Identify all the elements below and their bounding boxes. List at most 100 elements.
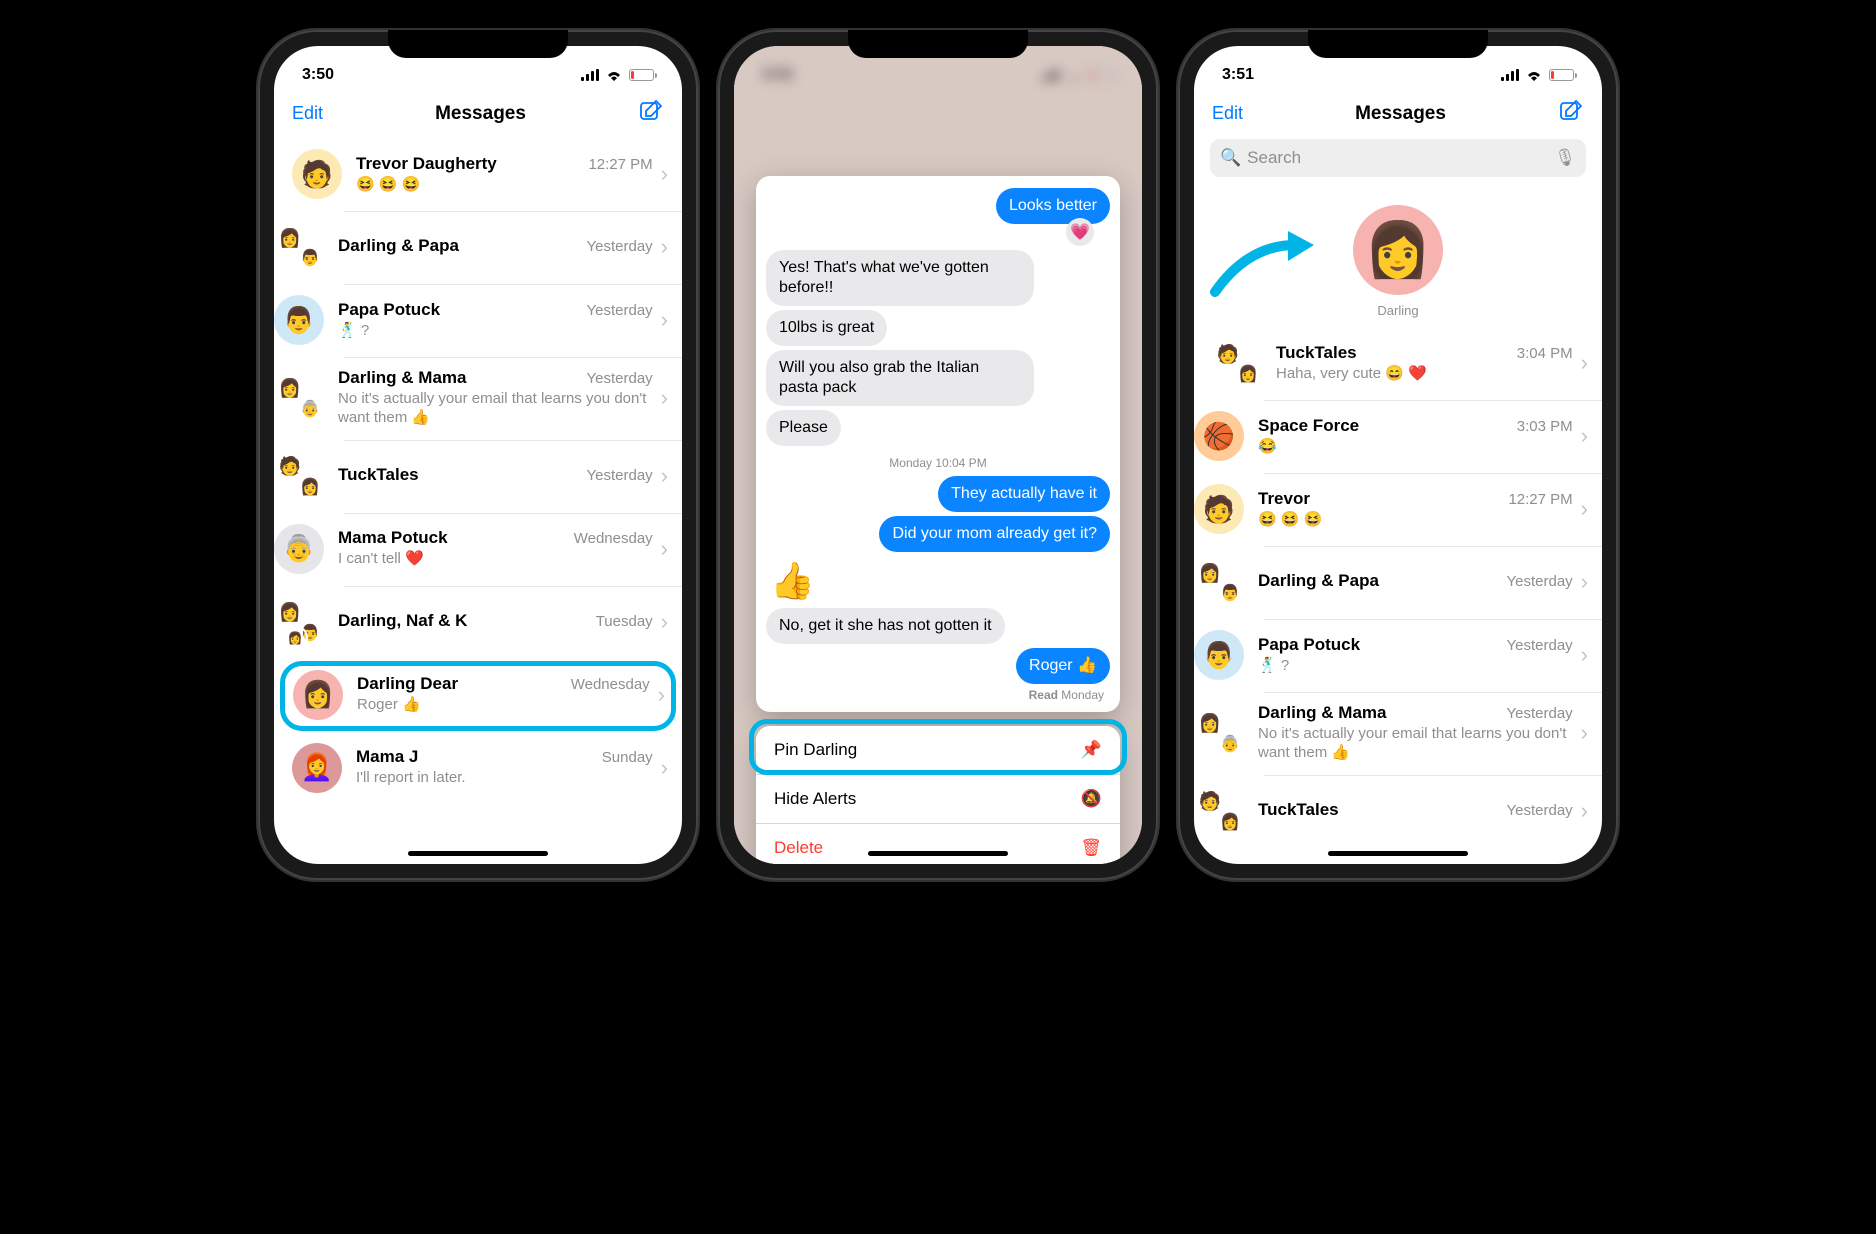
- group-avatar: 🧑👩: [1212, 338, 1262, 388]
- edit-button[interactable]: Edit: [1212, 103, 1243, 124]
- pinned-avatar[interactable]: 👩: [1353, 205, 1443, 295]
- compose-icon: [638, 98, 664, 124]
- conversation-row[interactable]: 🧑 Trevor Daugherty 12:27 PM 😆 😆 😆 ›: [274, 139, 682, 211]
- conversation-list: 🧑 Trevor Daugherty12:27 PM 😆 😆 😆 › 👩👨 Da…: [274, 139, 682, 805]
- phone-2: 3:51 Looks better 💗 Yes! That's what w: [718, 30, 1158, 880]
- edit-button[interactable]: Edit: [292, 103, 323, 124]
- timestamp: 3:03 PM: [1517, 418, 1573, 435]
- group-avatar: 👩👨: [1194, 557, 1244, 607]
- tutorial-arrow-icon: [1210, 227, 1320, 297]
- clock: 3:51: [762, 66, 794, 84]
- read-receipt: Read Monday: [766, 688, 1110, 702]
- chevron-right-icon: ›: [1581, 350, 1588, 376]
- group-avatar: 🧑👩: [274, 451, 324, 501]
- conversation-row[interactable]: 👩👵 Darling & MamaYesterday No it's actua…: [1264, 692, 1602, 775]
- conversation-row[interactable]: 👩👵 Darling & MamaYesterday No it's actua…: [344, 357, 682, 440]
- pin-icon: 📌: [1081, 740, 1102, 760]
- phone-3: 3:51 Edit Messages 🔍 Search 🎙 👩: [1178, 30, 1618, 880]
- sticker-thumbs-up: 👍: [766, 556, 1110, 604]
- compose-button[interactable]: [1558, 98, 1584, 129]
- conversation-row[interactable]: 👩👨👩 Darling, Naf & KTuesday ›: [344, 586, 682, 659]
- conversation-row[interactable]: 👩👨 Darling & PapaYesterday ›: [1264, 546, 1602, 619]
- battery-icon: [1549, 69, 1574, 81]
- message-preview: No it's actually your email that learns …: [1258, 725, 1573, 763]
- chevron-right-icon: ›: [1581, 720, 1588, 746]
- conversation-row[interactable]: 👩👨 Darling & PapaYesterday ›: [344, 211, 682, 284]
- clock: 3:51: [1222, 66, 1254, 84]
- menu-label: Delete: [774, 838, 823, 858]
- wifi-icon: [1525, 69, 1543, 81]
- conversation-preview-card[interactable]: Looks better 💗 Yes! That's what we've go…: [756, 176, 1120, 712]
- contact-name: Trevor: [1258, 489, 1310, 509]
- menu-label: Pin Darling: [774, 740, 857, 760]
- group-avatar: 👩👵: [274, 373, 324, 423]
- conversation-row[interactable]: 👩 Darling DearWednesday Roger 👍 ›: [293, 670, 665, 720]
- timestamp: 12:27 PM: [588, 156, 652, 173]
- sent-message: Roger 👍: [1016, 648, 1110, 684]
- conversation-row[interactable]: 🧑 Trevor12:27 PM 😆 😆 😆 ›: [1264, 473, 1602, 546]
- conversation-row[interactable]: 🧑👩 TuckTalesYesterday ›: [344, 440, 682, 513]
- timestamp: Sunday: [602, 749, 653, 766]
- menu-item-delete[interactable]: Delete 🗑: [756, 823, 1120, 864]
- battery-icon: [629, 69, 654, 81]
- context-menu: Pin Darling 📌 Hide Alerts 🔕 Delete 🗑: [756, 726, 1120, 864]
- timestamp: 3:04 PM: [1517, 345, 1573, 362]
- contact-name: Darling, Naf & K: [338, 611, 467, 631]
- tapback-love-icon: 💗: [1066, 218, 1094, 246]
- conversation-row[interactable]: 🏀 Space Force3:03 PM 😂 ›: [1264, 400, 1602, 473]
- timestamp: Wednesday: [574, 530, 653, 547]
- received-message: Yes! That's what we've gotten before!!: [766, 250, 1034, 306]
- menu-item-pin[interactable]: Pin Darling 📌: [756, 726, 1120, 774]
- bell-slash-icon: 🔕: [1081, 789, 1102, 809]
- timestamp: Tuesday: [596, 613, 653, 630]
- sent-message: Did your mom already get it?: [879, 516, 1110, 552]
- received-message: Will you also grab the Italian pasta pac…: [766, 350, 1034, 406]
- timestamp-divider: Monday 10:04 PM: [766, 456, 1110, 470]
- conversation-row[interactable]: 🧑👩 TuckTales3:04 PM Haha, very cute 😄 ❤️…: [1194, 328, 1602, 400]
- avatar: 👩: [293, 670, 343, 720]
- contact-name: Space Force: [1258, 416, 1359, 436]
- home-indicator[interactable]: [408, 851, 548, 856]
- group-avatar: 👩👵: [1194, 708, 1244, 758]
- contact-name: Papa Potuck: [338, 300, 440, 320]
- home-indicator[interactable]: [868, 851, 1008, 856]
- cellular-icon: [1041, 69, 1059, 81]
- chevron-right-icon: ›: [1581, 642, 1588, 668]
- wifi-icon: [1065, 69, 1083, 81]
- conversation-row[interactable]: 👵 Mama PotuckWednesday I can't tell ❤️ ›: [344, 513, 682, 586]
- notch: [1308, 30, 1488, 58]
- chevron-right-icon: ›: [661, 463, 668, 489]
- sent-message: They actually have it: [938, 476, 1110, 512]
- chevron-right-icon: ›: [661, 161, 668, 187]
- avatar: 🏀: [1194, 411, 1244, 461]
- contact-name: Darling Dear: [357, 674, 458, 694]
- group-avatar: 👩👨: [274, 222, 324, 272]
- conversation-row[interactable]: 🧑👩 TuckTalesYesterday ›: [1264, 775, 1602, 848]
- contact-name: Darling & Mama: [1258, 703, 1386, 723]
- search-input[interactable]: 🔍 Search 🎙: [1210, 139, 1586, 177]
- received-message: 10lbs is great: [766, 310, 887, 346]
- avatar: 🧑: [1194, 484, 1244, 534]
- chevron-right-icon: ›: [661, 385, 668, 411]
- timestamp: Wednesday: [571, 676, 650, 693]
- contact-name: Darling & Mama: [338, 368, 466, 388]
- battery-icon: [1089, 69, 1114, 81]
- contact-name: TuckTales: [1258, 800, 1339, 820]
- avatar: 🧑: [292, 149, 342, 199]
- dictation-icon[interactable]: 🎙: [1554, 148, 1576, 168]
- contact-name: Trevor Daugherty: [356, 154, 497, 174]
- conversation-row[interactable]: 👨 Papa PotuckYesterday 🕺 ? ›: [1264, 619, 1602, 692]
- timestamp: 12:27 PM: [1508, 491, 1572, 508]
- menu-item-hide-alerts[interactable]: Hide Alerts 🔕: [756, 774, 1120, 823]
- message-preview: I can't tell ❤️: [338, 550, 653, 569]
- conversation-row[interactable]: 👨 Papa PotuckYesterday 🕺 ? ›: [344, 284, 682, 357]
- contact-name: TuckTales: [1276, 343, 1357, 363]
- page-title: Messages: [435, 103, 526, 125]
- message-preview: 😆 😆 😆: [356, 176, 653, 195]
- message-preview: No it's actually your email that learns …: [338, 390, 653, 428]
- sent-message: Looks better: [996, 188, 1110, 224]
- avatar: 👨: [274, 295, 324, 345]
- home-indicator[interactable]: [1328, 851, 1468, 856]
- compose-button[interactable]: [638, 98, 664, 129]
- conversation-row[interactable]: 👩‍🦰 Mama JSunday I'll report in later. ›: [274, 733, 682, 805]
